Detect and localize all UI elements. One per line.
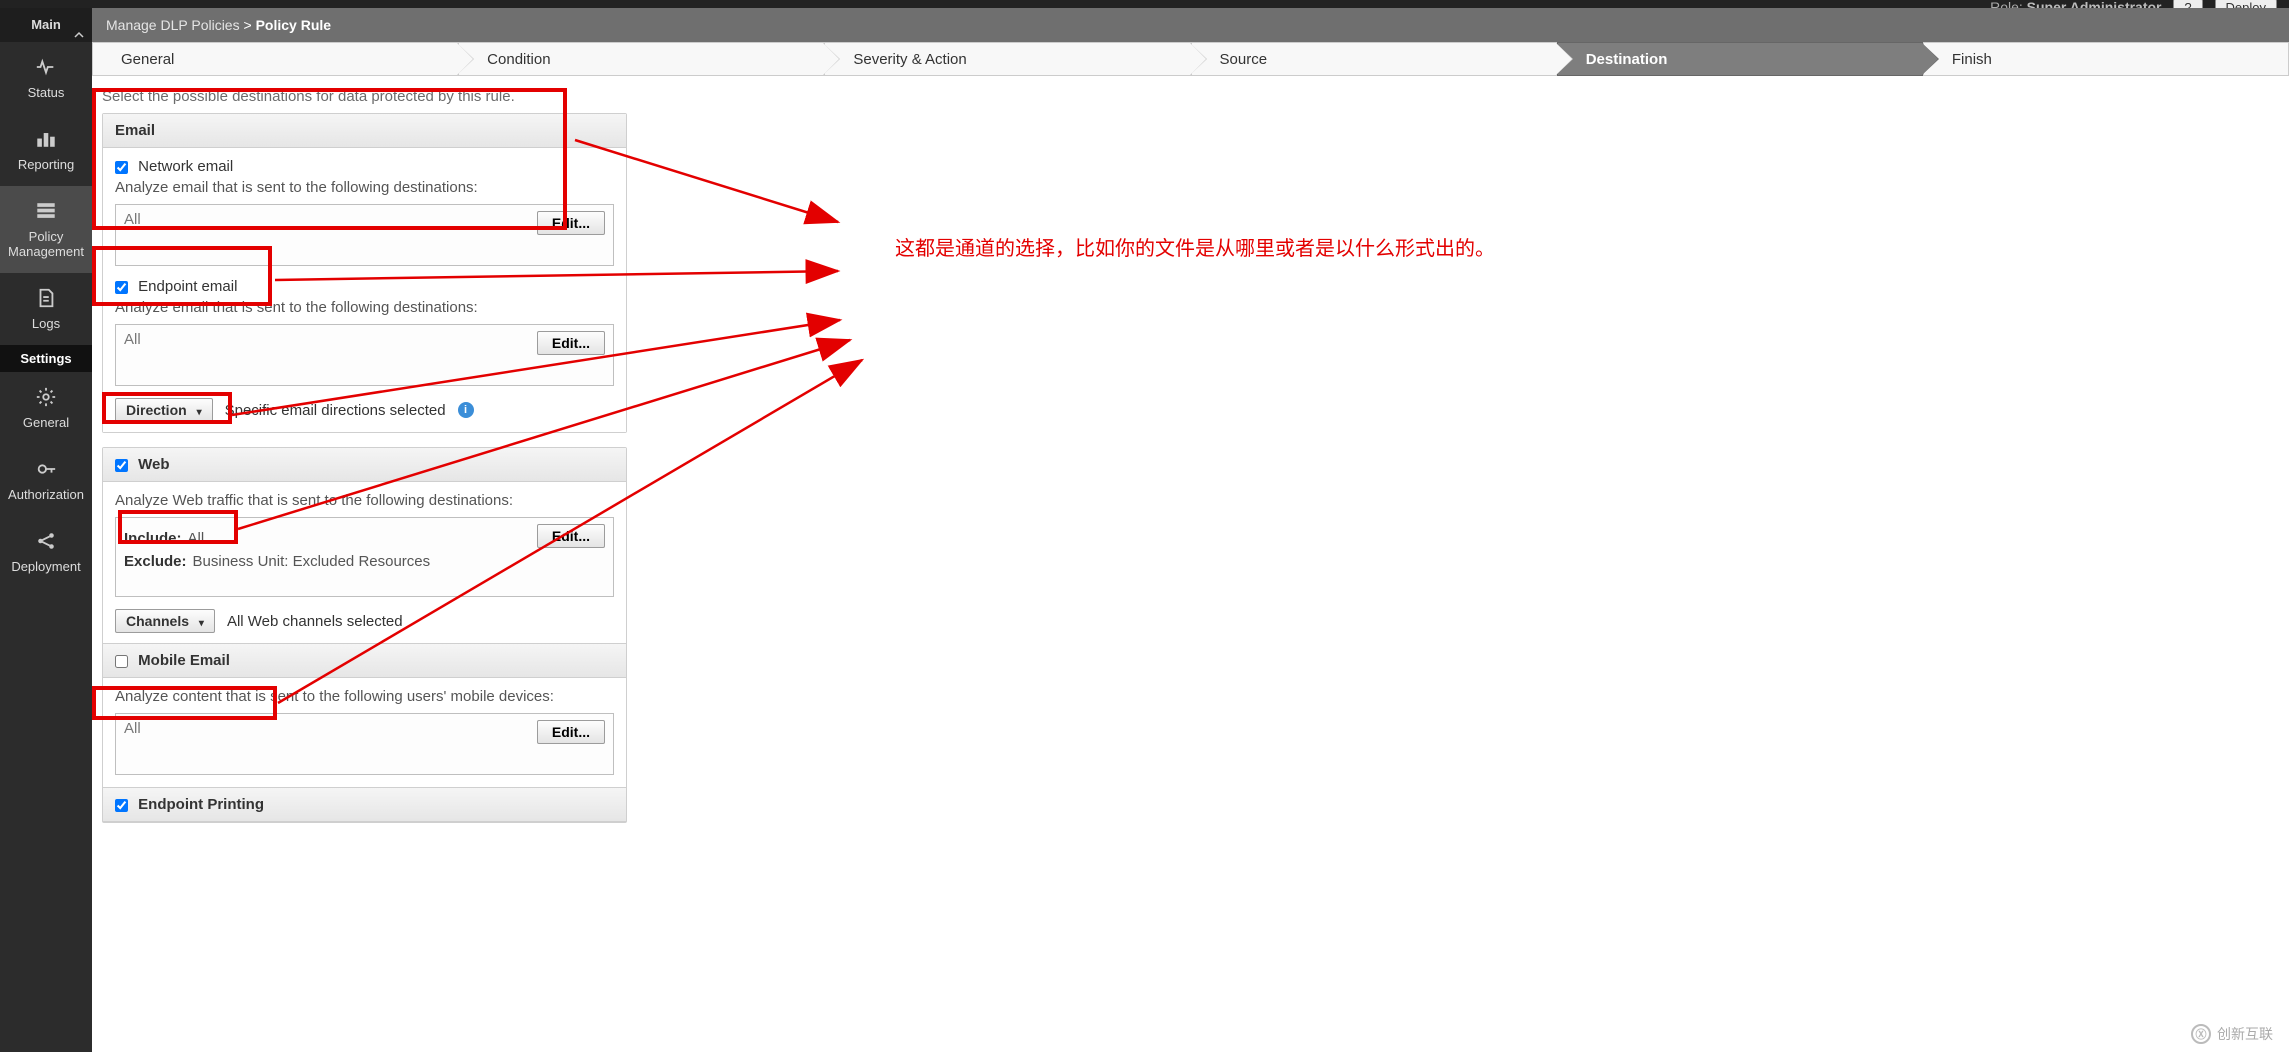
desc-endpoint-email: Analyze email that is sent to the follow… xyxy=(115,299,614,316)
checkbox-network-email[interactable] xyxy=(115,161,128,174)
pulse-icon xyxy=(4,56,88,81)
sidebar-item-label: Logs xyxy=(4,316,88,331)
sidebar-item-label: Deployment xyxy=(4,559,88,574)
listbox-network-email: All Edit... xyxy=(115,204,614,266)
sidebar-settings-header[interactable]: Settings xyxy=(0,345,92,372)
sidebar-item-general[interactable]: General xyxy=(0,372,92,444)
key-icon xyxy=(4,458,88,483)
breadcrumb-current: Policy Rule xyxy=(256,17,331,33)
chevron-up-icon xyxy=(74,19,84,53)
panel-email: Email Network email Analyze email that i… xyxy=(102,113,627,433)
checkbox-mobile-email[interactable] xyxy=(115,655,128,668)
checkbox-endpoint-printing[interactable] xyxy=(115,799,128,812)
sidebar-item-label: Policy Management xyxy=(4,229,88,259)
listbox-mobile: All Edit... xyxy=(115,713,614,775)
step-condition[interactable]: Condition xyxy=(458,42,824,76)
sidebar-main-header[interactable]: Main xyxy=(0,8,92,42)
web-exclude-val: Business Unit: Excluded Resources xyxy=(193,553,431,570)
topbar: Role: Super Administrator ? Deploy xyxy=(0,0,2289,8)
value-network-email: All xyxy=(124,211,141,228)
listbox-web: Include: All Exclude: Business Unit: Exclu… xyxy=(115,517,614,597)
listbox-endpoint-email: All Edit... xyxy=(115,324,614,386)
step-label: Condition xyxy=(487,51,550,68)
dropdown-channels-label: Channels xyxy=(126,613,189,629)
direction-status: Specific email directions selected xyxy=(225,402,446,419)
watermark: Ⓧ 创新互联 xyxy=(2191,1024,2273,1044)
desc-web: Analyze Web traffic that is sent to the … xyxy=(115,492,614,509)
step-finish[interactable]: Finish xyxy=(1923,42,2289,76)
step-source[interactable]: Source xyxy=(1191,42,1557,76)
panel-mobile-title: Mobile Email xyxy=(138,652,230,669)
edit-button-web[interactable]: Edit... xyxy=(537,524,605,548)
checkbox-web[interactable] xyxy=(115,459,128,472)
wizard-steps: General Condition Severity & Action Sour… xyxy=(92,42,2289,76)
panel-mobile-email-header: Mobile Email xyxy=(103,643,626,678)
step-general[interactable]: General xyxy=(92,42,458,76)
edit-button-endpoint-email[interactable]: Edit... xyxy=(537,331,605,355)
chevron-down-icon: ▾ xyxy=(199,618,204,629)
web-include-key: Include: xyxy=(124,530,182,547)
channels-status: All Web channels selected xyxy=(227,613,403,630)
checkbox-endpoint-email[interactable] xyxy=(115,281,128,294)
panel-email-title: Email xyxy=(115,122,155,139)
breadcrumb-sep: > xyxy=(244,17,252,33)
step-label: Source xyxy=(1220,51,1268,68)
sidebar-item-label: Reporting xyxy=(4,157,88,172)
edit-button-mobile[interactable]: Edit... xyxy=(537,720,605,744)
sidebar-item-label: Authorization xyxy=(4,487,88,502)
desc-mobile: Analyze content that is sent to the foll… xyxy=(115,688,614,705)
log-icon xyxy=(4,287,88,312)
step-label: Severity & Action xyxy=(853,51,966,68)
step-destination[interactable]: Destination xyxy=(1557,42,1923,76)
edit-button-network-email[interactable]: Edit... xyxy=(537,211,605,235)
panel-endpoint-printing-title: Endpoint Printing xyxy=(138,796,264,813)
gear-icon xyxy=(4,386,88,411)
chevron-down-icon: ▾ xyxy=(197,407,202,418)
web-exclude-key: Exclude: xyxy=(124,553,187,570)
desc-network-email: Analyze email that is sent to the follow… xyxy=(115,179,614,196)
sidebar-item-label: General xyxy=(4,415,88,430)
list-icon xyxy=(4,200,88,225)
step-label: Finish xyxy=(1952,51,1992,68)
sidebar: Main Status Reporting Policy Management … xyxy=(0,8,92,1052)
panel-web-header: Web xyxy=(103,448,626,482)
sidebar-settings-label: Settings xyxy=(20,351,71,366)
sidebar-main-label: Main xyxy=(31,17,61,32)
sidebar-item-deployment[interactable]: Deployment xyxy=(0,516,92,588)
label-network-email: Network email xyxy=(138,158,233,175)
dropdown-direction-label: Direction xyxy=(126,402,187,418)
panel-endpoint-printing-header: Endpoint Printing xyxy=(103,787,626,822)
sidebar-item-logs[interactable]: Logs xyxy=(0,273,92,345)
step-label: Destination xyxy=(1586,51,1668,68)
sidebar-item-reporting[interactable]: Reporting xyxy=(0,114,92,186)
label-endpoint-email: Endpoint email xyxy=(138,278,237,295)
watermark-icon: Ⓧ xyxy=(2191,1024,2211,1044)
bar-chart-icon xyxy=(4,128,88,153)
annotation-text: 这都是通道的选择，比如你的文件是从哪里或者是以什么形式出的。 xyxy=(895,232,1495,261)
panel-email-header: Email xyxy=(103,114,626,148)
value-endpoint-email: All xyxy=(124,331,141,348)
dropdown-direction[interactable]: Direction ▾ xyxy=(115,398,213,422)
sidebar-item-label: Status xyxy=(4,85,88,100)
panel-web: Web Analyze Web traffic that is sent to … xyxy=(102,447,627,823)
watermark-text: 创新互联 xyxy=(2217,1024,2273,1044)
dropdown-channels[interactable]: Channels ▾ xyxy=(115,609,215,633)
value-mobile: All xyxy=(124,720,141,737)
intro-text: Select the possible destinations for dat… xyxy=(102,88,2279,105)
step-severity-action[interactable]: Severity & Action xyxy=(824,42,1190,76)
breadcrumb-parent[interactable]: Manage DLP Policies xyxy=(106,17,240,33)
breadcrumb: Manage DLP Policies > Policy Rule xyxy=(92,8,2289,42)
sidebar-item-policy-management[interactable]: Policy Management xyxy=(0,186,92,273)
main-content: Select the possible destinations for dat… xyxy=(92,76,2289,1052)
info-icon[interactable]: i xyxy=(458,402,474,418)
sidebar-item-authorization[interactable]: Authorization xyxy=(0,444,92,516)
step-label: General xyxy=(121,51,174,68)
web-include-val: All xyxy=(188,530,205,547)
share-icon xyxy=(4,530,88,555)
panel-web-title: Web xyxy=(138,456,169,473)
